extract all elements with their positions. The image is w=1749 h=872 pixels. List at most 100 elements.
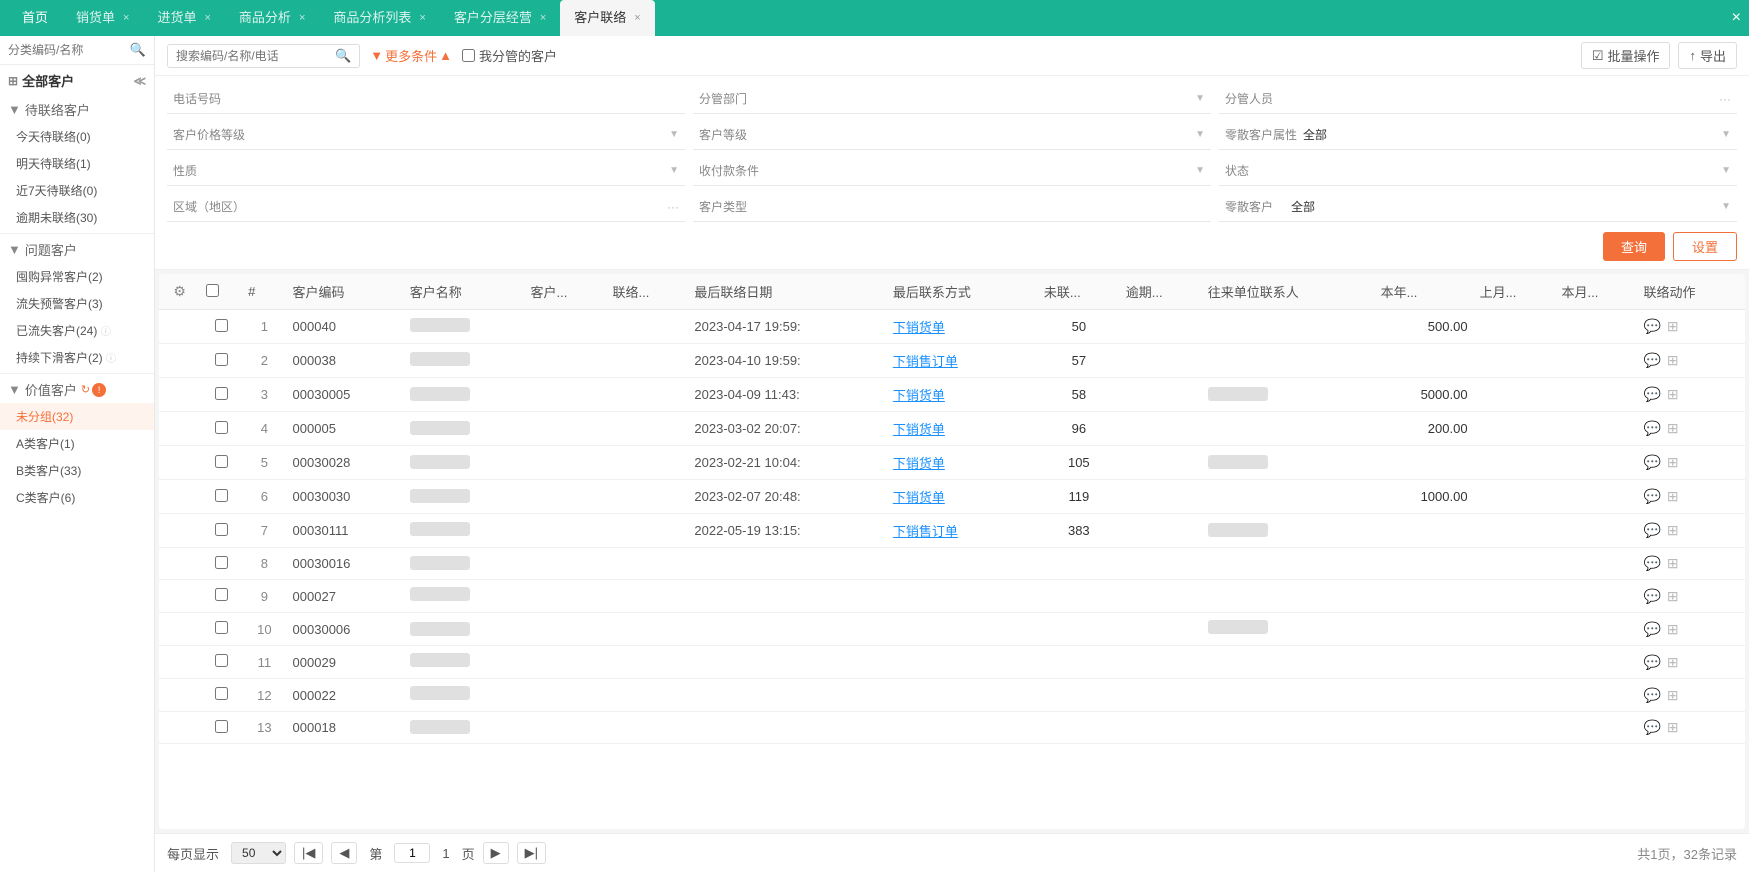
- filter-customer-type-input[interactable]: [765, 200, 1205, 214]
- filter-sparse-attr-input[interactable]: [1303, 128, 1715, 142]
- row-checkbox-cell[interactable]: [200, 310, 242, 344]
- nav-product-list-close[interactable]: ×: [419, 0, 425, 36]
- refresh-icon[interactable]: ↻: [81, 383, 90, 396]
- row-lastmethod[interactable]: 下销售订单: [887, 344, 1038, 378]
- nav-customer-tier[interactable]: 客户分层经营 ×: [440, 0, 560, 36]
- more-action-icon[interactable]: ⊞: [1667, 454, 1679, 471]
- row-checkbox-cell[interactable]: [200, 580, 242, 613]
- chat-icon[interactable]: 💬: [1643, 654, 1660, 671]
- more-action-icon[interactable]: ⊞: [1667, 654, 1679, 671]
- row-checkbox[interactable]: [215, 621, 228, 634]
- chevron-down-icon-tier[interactable]: ▼: [1195, 129, 1205, 140]
- group-problem-customers[interactable]: ▼ 问题客户: [0, 236, 154, 263]
- group-pending-contact[interactable]: ▼ 待联络客户: [0, 96, 154, 123]
- row-checkbox-cell[interactable]: [200, 613, 242, 646]
- query-button[interactable]: 查询: [1603, 232, 1665, 261]
- search-icon[interactable]: 🔍: [335, 48, 351, 64]
- row-checkbox[interactable]: [215, 421, 228, 434]
- dots-icon-region[interactable]: ···: [667, 200, 679, 214]
- filter-region-input[interactable]: [251, 200, 661, 214]
- filter-customer-tier-input[interactable]: [765, 128, 1189, 142]
- row-checkbox-cell[interactable]: [200, 548, 242, 580]
- more-action-icon[interactable]: ⊞: [1667, 621, 1679, 638]
- export-button[interactable]: ↑ 导出: [1678, 42, 1737, 69]
- last-method-link[interactable]: 下销售订单: [893, 354, 958, 369]
- my-customers-check-input[interactable]: [462, 49, 475, 62]
- row-lastmethod[interactable]: [887, 613, 1038, 646]
- row-checkbox-cell[interactable]: [200, 412, 242, 446]
- chevron-down-icon-dept[interactable]: ▼: [1195, 93, 1205, 104]
- chat-icon[interactable]: 💬: [1643, 687, 1660, 704]
- sidebar-item-tomorrow[interactable]: 明天待联络(1): [0, 150, 154, 177]
- my-customers-checkbox[interactable]: 我分管的客户: [462, 46, 557, 65]
- chevron-down-icon-status[interactable]: ▼: [1721, 165, 1731, 176]
- filter-staff-input[interactable]: [1291, 92, 1713, 106]
- reset-button[interactable]: 设置: [1673, 232, 1737, 261]
- window-close-icon[interactable]: ×: [1732, 9, 1741, 27]
- chat-icon[interactable]: 💬: [1643, 420, 1660, 437]
- row-lastmethod[interactable]: 下销货单: [887, 412, 1038, 446]
- row-checkbox-cell[interactable]: [200, 378, 242, 412]
- row-checkbox-cell[interactable]: [200, 679, 242, 712]
- filter-price-tier-input[interactable]: [251, 128, 663, 142]
- nav-home[interactable]: 首页: [8, 0, 62, 36]
- nav-customer-contact-close[interactable]: ×: [634, 0, 640, 36]
- row-lastmethod[interactable]: 下销货单: [887, 378, 1038, 412]
- prev-page-button[interactable]: ◀: [331, 842, 357, 864]
- sidebar-item-abnormal[interactable]: 囤购异常客户(2): [0, 263, 154, 290]
- filter-nature-input[interactable]: [239, 164, 663, 178]
- filter-payment-input[interactable]: [765, 164, 1189, 178]
- chevron-down-icon-price[interactable]: ▼: [669, 129, 679, 140]
- chat-icon[interactable]: 💬: [1643, 318, 1660, 335]
- page-input[interactable]: [394, 843, 430, 863]
- group-value-customers[interactable]: ▼ 价值客户 ↻ !: [0, 376, 154, 403]
- chat-icon[interactable]: 💬: [1643, 488, 1660, 505]
- row-checkbox-cell[interactable]: [200, 480, 242, 514]
- chat-icon[interactable]: 💬: [1643, 555, 1660, 572]
- sidebar-item-7days[interactable]: 近7天待联络(0): [0, 177, 154, 204]
- sidebar-search-icon[interactable]: 🔍: [130, 42, 146, 58]
- gear-icon[interactable]: ⚙: [173, 283, 186, 299]
- chat-icon[interactable]: 💬: [1643, 386, 1660, 403]
- last-method-link[interactable]: 下销货单: [893, 456, 945, 471]
- row-checkbox[interactable]: [215, 353, 228, 366]
- more-conditions[interactable]: ▼ 更多条件 ▲: [370, 46, 452, 65]
- select-all-checkbox[interactable]: [206, 284, 219, 297]
- first-page-button[interactable]: |◀: [294, 842, 323, 864]
- row-lastmethod[interactable]: [887, 679, 1038, 712]
- nav-product-analysis-close[interactable]: ×: [299, 0, 305, 36]
- nav-product-list[interactable]: 商品分析列表 ×: [319, 0, 439, 36]
- sidebar-item-warn-lost[interactable]: 流失预警客户(3): [0, 290, 154, 317]
- more-action-icon[interactable]: ⊞: [1667, 420, 1679, 437]
- row-checkbox[interactable]: [215, 455, 228, 468]
- last-method-link[interactable]: 下销货单: [893, 388, 945, 403]
- last-page-button[interactable]: ▶|: [517, 842, 546, 864]
- chat-icon[interactable]: 💬: [1643, 719, 1660, 736]
- sidebar-item-overdue[interactable]: 逾期未联络(30): [0, 204, 154, 231]
- row-checkbox[interactable]: [215, 720, 228, 733]
- sidebar-item-class-a[interactable]: A类客户(1): [0, 430, 154, 457]
- more-action-icon[interactable]: ⊞: [1667, 555, 1679, 572]
- chevron-down-icon-sparse[interactable]: ▼: [1721, 129, 1731, 140]
- row-lastmethod[interactable]: 下销货单: [887, 446, 1038, 480]
- row-lastmethod[interactable]: [887, 646, 1038, 679]
- sidebar-item-lost[interactable]: 已流失客户(24) ⓘ: [0, 317, 154, 344]
- sidebar-search-input[interactable]: [8, 43, 126, 57]
- more-action-icon[interactable]: ⊞: [1667, 588, 1679, 605]
- row-lastmethod[interactable]: [887, 548, 1038, 580]
- next-page-button[interactable]: ▶: [483, 842, 509, 864]
- chat-icon[interactable]: 💬: [1643, 454, 1660, 471]
- chat-icon[interactable]: 💬: [1643, 621, 1660, 638]
- row-checkbox[interactable]: [215, 654, 228, 667]
- row-checkbox[interactable]: [215, 387, 228, 400]
- more-action-icon[interactable]: ⊞: [1667, 488, 1679, 505]
- filter-phone-input[interactable]: [239, 92, 679, 106]
- row-checkbox[interactable]: [215, 556, 228, 569]
- batch-op-button[interactable]: ☑ 批量操作: [1581, 42, 1671, 69]
- row-checkbox[interactable]: [215, 588, 228, 601]
- row-checkbox-cell[interactable]: [200, 712, 242, 744]
- dots-icon-staff[interactable]: ···: [1719, 92, 1731, 106]
- nav-purchase-close[interactable]: ×: [204, 0, 210, 36]
- more-action-icon[interactable]: ⊞: [1667, 719, 1679, 736]
- sidebar-item-today[interactable]: 今天待联络(0): [0, 123, 154, 150]
